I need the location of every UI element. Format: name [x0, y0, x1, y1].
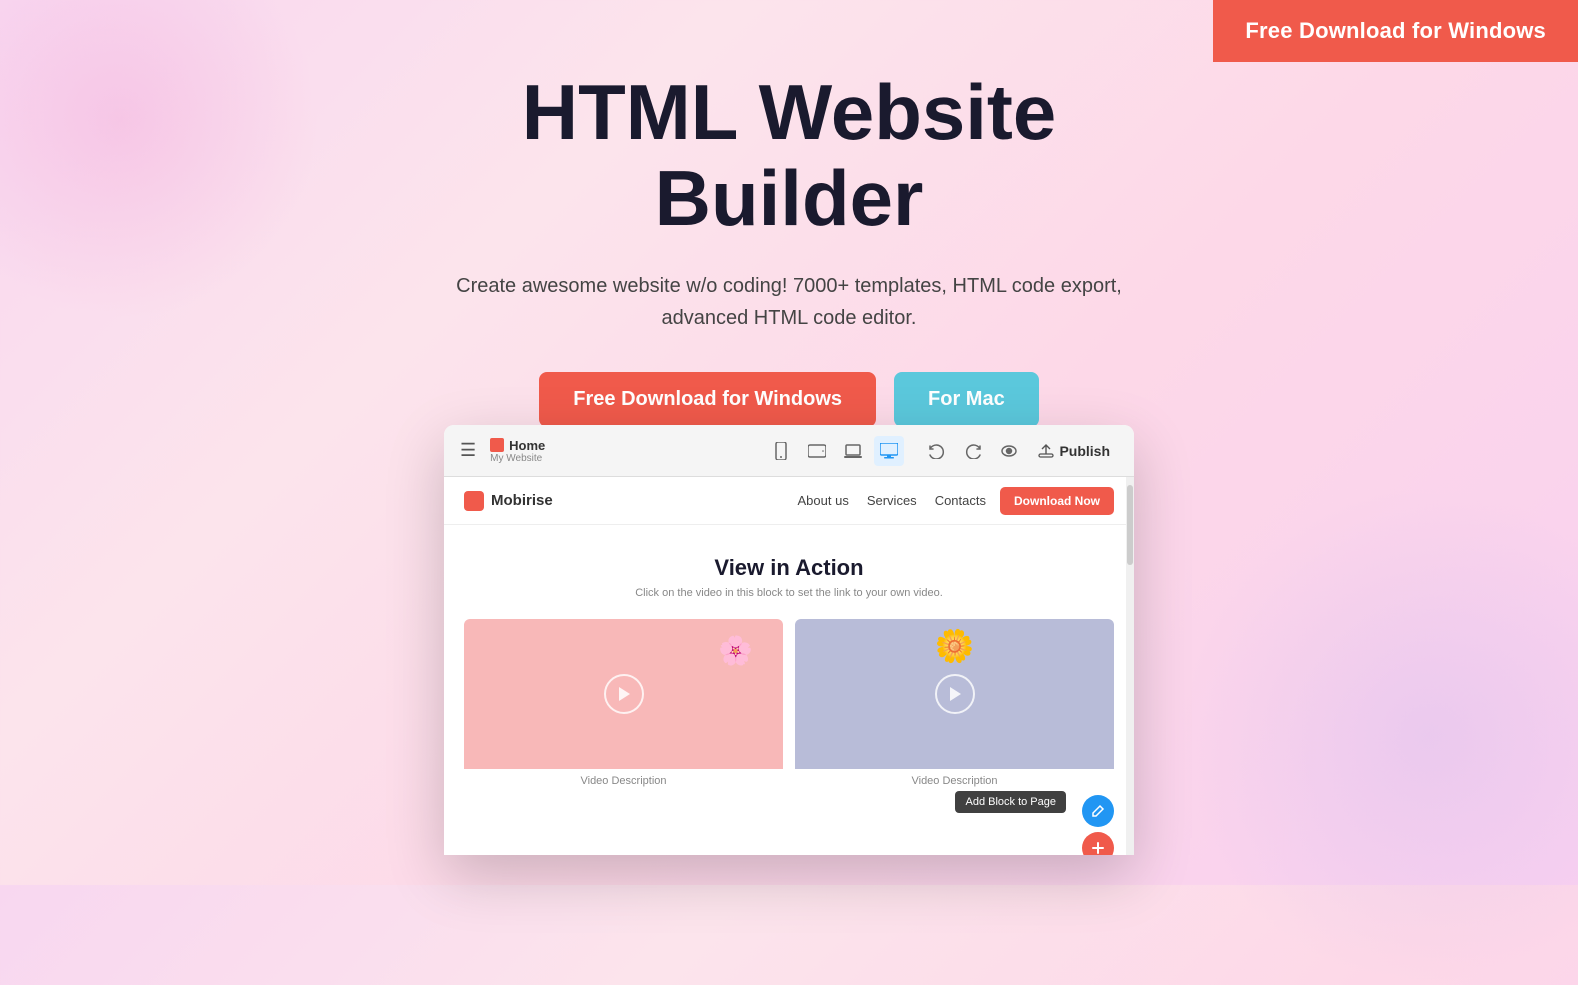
- fab-buttons: [1082, 795, 1114, 855]
- page-icon: [490, 438, 504, 452]
- hero-subtitle: Create awesome website w/o coding! 7000+…: [439, 270, 1139, 334]
- app-content: View in Action Click on the video in thi…: [444, 525, 1134, 855]
- nav-about[interactable]: About us: [798, 493, 849, 508]
- download-mac-button[interactable]: For Mac: [894, 372, 1039, 427]
- app-preview-window: ☰ Home My Website: [444, 425, 1134, 855]
- video-thumb-2: 🌼: [795, 619, 1114, 769]
- brand-name: Mobirise: [491, 492, 553, 509]
- video-desc-2: Video Description: [795, 775, 1114, 787]
- flower-decoration-2: 🌼: [935, 627, 975, 665]
- video-card-2[interactable]: 🌼 Video Description: [795, 619, 1114, 787]
- video-thumb-1: 🌸: [464, 619, 783, 769]
- page-subtitle: My Website: [490, 453, 545, 464]
- nav-links: About us Services Contacts: [798, 493, 987, 508]
- top-cta-button[interactable]: Free Download for Windows: [1213, 0, 1578, 62]
- hero-buttons: Free Download for Windows For Mac: [539, 372, 1038, 427]
- fab-area: Add Block to Page: [464, 795, 1114, 835]
- toolbar-actions: Publish: [922, 436, 1118, 466]
- preview-button[interactable]: [994, 436, 1024, 466]
- app-navbar: Mobirise About us Services Contacts Down…: [444, 477, 1134, 525]
- scrollbar-thumb: [1127, 485, 1133, 565]
- device-tablet-btn[interactable]: [802, 436, 832, 466]
- preview-scrollbar[interactable]: [1126, 477, 1134, 855]
- app-brand: Mobirise: [464, 491, 553, 511]
- undo-button[interactable]: [922, 436, 952, 466]
- page-name: Home: [490, 438, 545, 453]
- video-desc-1: Video Description: [464, 775, 783, 787]
- video-grid: 🌸 Video Description 🌼: [464, 619, 1114, 787]
- nav-contacts[interactable]: Contacts: [935, 493, 986, 508]
- nav-download-button[interactable]: Download Now: [1000, 487, 1114, 515]
- device-laptop-btn[interactable]: [838, 436, 868, 466]
- fab-edit-button[interactable]: [1082, 795, 1114, 827]
- device-switcher: [766, 436, 904, 466]
- hero-title: HTML Website Builder: [399, 70, 1179, 242]
- content-subtext: Click on the video in this block to set …: [464, 587, 1114, 599]
- flower-decoration-1: 🌸: [718, 634, 753, 667]
- play-icon-1: [604, 674, 644, 714]
- publish-button[interactable]: Publish: [1030, 439, 1118, 463]
- content-heading: View in Action: [464, 555, 1114, 581]
- device-desktop-btn[interactable]: [874, 436, 904, 466]
- page-info: Home My Website: [490, 438, 545, 464]
- app-toolbar: ☰ Home My Website: [444, 425, 1134, 477]
- fab-add-button[interactable]: [1082, 832, 1114, 855]
- device-mobile-btn[interactable]: [766, 436, 796, 466]
- add-block-tooltip: Add Block to Page: [955, 791, 1066, 813]
- play-icon-2: [935, 674, 975, 714]
- nav-services[interactable]: Services: [867, 493, 917, 508]
- bg-decoration-right: [1178, 485, 1578, 985]
- hero-section: HTML Website Builder Create awesome webs…: [0, 0, 1578, 427]
- video-card-1[interactable]: 🌸 Video Description: [464, 619, 783, 787]
- menu-icon[interactable]: ☰: [460, 440, 476, 461]
- redo-button[interactable]: [958, 436, 988, 466]
- download-windows-button[interactable]: Free Download for Windows: [539, 372, 876, 427]
- publish-label: Publish: [1059, 443, 1110, 459]
- brand-icon: [464, 491, 484, 511]
